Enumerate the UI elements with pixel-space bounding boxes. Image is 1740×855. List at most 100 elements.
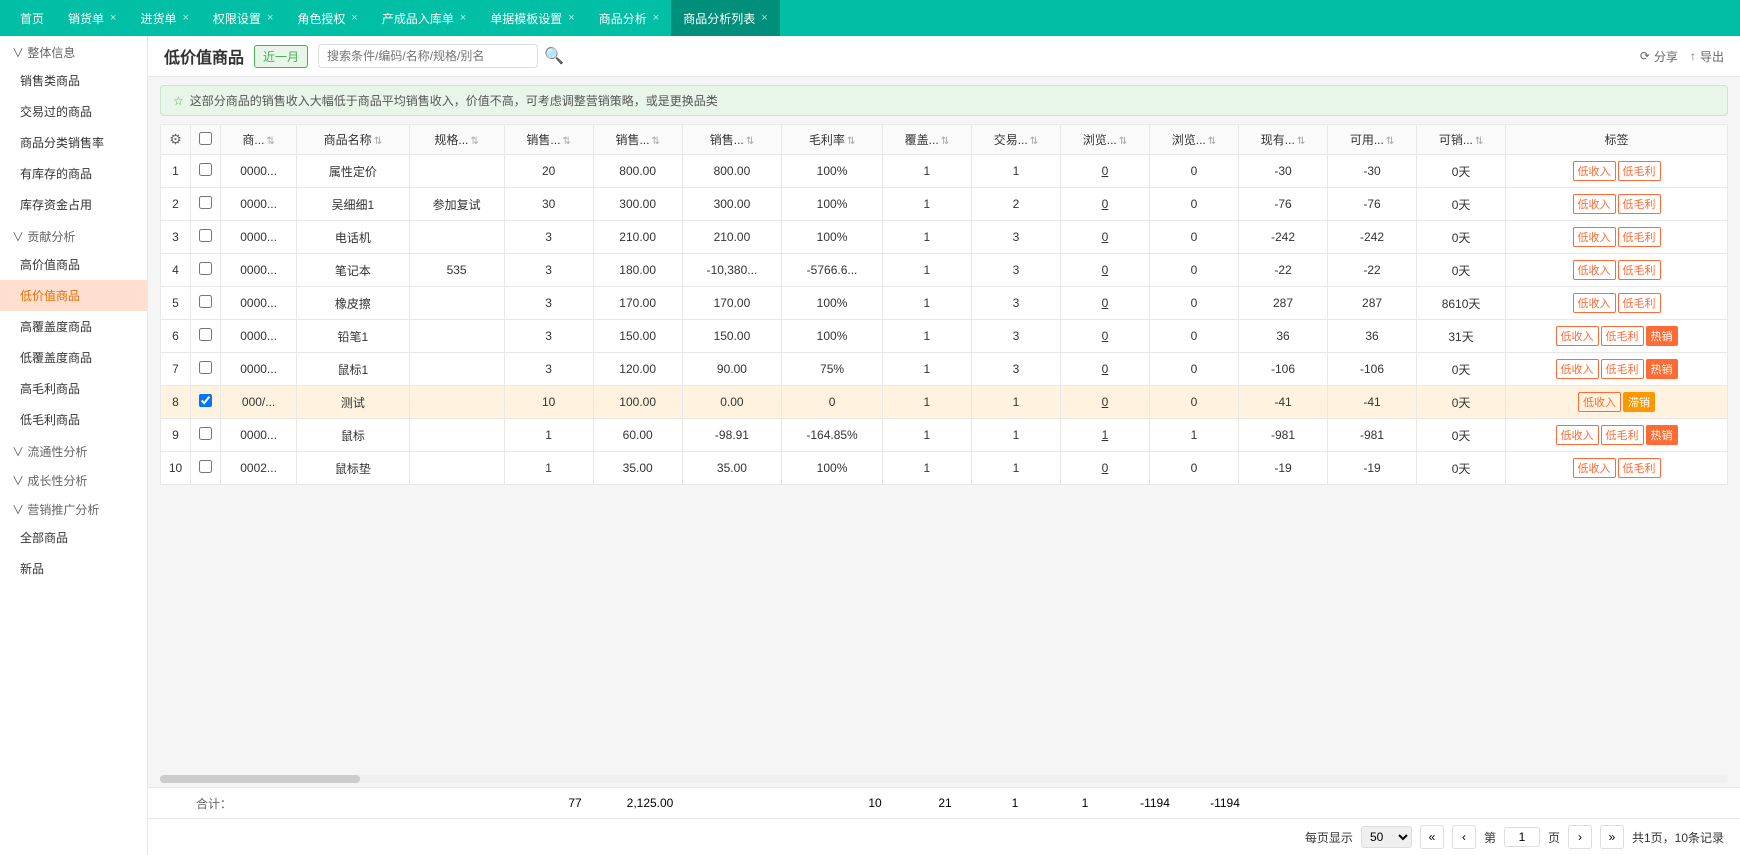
th-margin[interactable]: 毛利率⇅ [782,125,883,155]
th-tags[interactable]: 标签 [1506,125,1728,155]
th-stock[interactable]: 现有...⇅ [1238,125,1327,155]
row-browse1[interactable]: 0 [1060,188,1149,221]
close-icon[interactable]: × [182,12,188,24]
share-button[interactable]: ⟳ 分享 [1640,48,1678,65]
browse-link[interactable]: 1 [1102,428,1109,442]
browse-link[interactable]: 0 [1102,230,1109,244]
th-sales-qty[interactable]: 销售...⇅ [504,125,593,155]
nav-role-auth[interactable]: 角色授权 × [285,0,369,36]
table-row[interactable]: 9 0000... 鼠标 1 60.00 -98.91 -164.85% 1 1… [161,419,1728,452]
sidebar-item-stock-capital[interactable]: 库存资金占用 [0,189,147,220]
browse-link[interactable]: 0 [1102,263,1109,277]
first-page-button[interactable]: « [1420,825,1444,849]
row-select[interactable] [191,155,221,188]
th-name[interactable]: 商品名称⇅ [297,125,409,155]
close-icon[interactable]: × [653,12,659,24]
close-icon[interactable]: × [460,12,466,24]
close-icon[interactable]: × [351,12,357,24]
row-browse1[interactable]: 0 [1060,287,1149,320]
close-icon[interactable]: × [110,12,116,24]
browse-link[interactable]: 0 [1102,296,1109,310]
sidebar-group-overall[interactable]: ∨ 整体信息 [0,36,147,65]
th-browse2[interactable]: 浏览...⇅ [1149,125,1238,155]
browse-link[interactable]: 0 [1102,362,1109,376]
nav-sales-order[interactable]: 销货单 × [56,0,128,36]
sidebar-item-low-coverage[interactable]: 低覆盖度商品 [0,342,147,373]
row-browse1[interactable]: 0 [1060,221,1149,254]
row-browse1[interactable]: 0 [1060,452,1149,485]
sidebar-item-high-value[interactable]: 高价值商品 [0,249,147,280]
row-select[interactable] [191,287,221,320]
row-browse1[interactable]: 0 [1060,386,1149,419]
close-icon[interactable]: × [267,12,273,24]
th-spec[interactable]: 规格...⇅ [409,125,504,155]
sidebar-group-contribution[interactable]: ∨ 贡献分析 [0,220,147,249]
next-page-button[interactable]: › [1568,825,1592,849]
close-icon[interactable]: × [568,12,574,24]
sidebar-group-flow[interactable]: ∨ 流通性分析 [0,435,147,464]
row-checkbox[interactable] [199,196,212,209]
table-row[interactable]: 3 0000... 电话机 3 210.00 210.00 100% 1 3 0… [161,221,1728,254]
row-select[interactable] [191,452,221,485]
browse-link[interactable]: 0 [1102,164,1109,178]
sidebar-item-all-products[interactable]: 全部商品 [0,522,147,553]
search-input[interactable] [318,44,538,68]
search-icon[interactable]: 🔍 [544,46,564,66]
row-select[interactable] [191,221,221,254]
nav-template-settings[interactable]: 单据模板设置 × [478,0,586,36]
nav-product-analysis[interactable]: 商品分析 × [587,0,671,36]
th-settings[interactable]: ⚙ [161,125,191,155]
close-icon[interactable]: × [761,12,767,24]
sidebar-item-traded-products[interactable]: 交易过的商品 [0,96,147,127]
row-checkbox[interactable] [199,394,212,407]
page-number-input[interactable] [1504,827,1540,847]
sidebar-item-category-rate[interactable]: 商品分类销售率 [0,127,147,158]
row-checkbox[interactable] [199,361,212,374]
row-checkbox[interactable] [199,229,212,242]
browse-link[interactable]: 0 [1102,197,1109,211]
prev-page-button[interactable]: ‹ [1452,825,1476,849]
page-size-select[interactable]: 50 100 200 [1361,826,1412,848]
sidebar-group-marketing[interactable]: ∨ 营销推广分析 [0,493,147,522]
th-available[interactable]: 可用...⇅ [1328,125,1417,155]
table-row[interactable]: 5 0000... 橡皮擦 3 170.00 170.00 100% 1 3 0… [161,287,1728,320]
table-row[interactable]: 8 000/... 测试 10 100.00 0.00 0 1 1 0 0 -4… [161,386,1728,419]
settings-icon[interactable]: ⚙ [169,131,182,147]
select-all-checkbox[interactable] [199,132,212,145]
last-page-button[interactable]: » [1600,825,1624,849]
nav-purchase-order[interactable]: 进货单 × [128,0,200,36]
row-select[interactable] [191,254,221,287]
browse-link[interactable]: 0 [1102,461,1109,475]
table-row[interactable]: 10 0002... 鼠标垫 1 35.00 35.00 100% 1 1 0 … [161,452,1728,485]
horizontal-scrollbar[interactable] [160,775,1728,783]
nav-product-analysis-list[interactable]: 商品分析列表 × [671,0,779,36]
sidebar-item-high-coverage[interactable]: 高覆盖度商品 [0,311,147,342]
sidebar-item-low-margin[interactable]: 低毛利商品 [0,404,147,435]
row-checkbox[interactable] [199,262,212,275]
table-row[interactable]: 4 0000... 笔记本 535 3 180.00 -10,380... -5… [161,254,1728,287]
nav-product-inbound[interactable]: 产成品入库单 × [370,0,478,36]
table-row[interactable]: 2 0000... 吴细细1 参加复试 30 300.00 300.00 100… [161,188,1728,221]
scrollbar-thumb[interactable] [160,775,360,783]
row-select[interactable] [191,419,221,452]
th-checkbox[interactable] [191,125,221,155]
table-row[interactable]: 1 0000... 属性定价 20 800.00 800.00 100% 1 1… [161,155,1728,188]
sidebar-item-low-value[interactable]: 低价值商品 [0,280,147,311]
nav-home[interactable]: 首页 [8,0,56,36]
th-sales-amt[interactable]: 销售...⇅ [593,125,682,155]
table-wrapper[interactable]: ⚙ 商...⇅ 商品名称⇅ 规格...⇅ 销售...⇅ 销售...⇅ 销售...… [148,116,1740,775]
sidebar-group-growth[interactable]: ∨ 成长性分析 [0,464,147,493]
row-checkbox[interactable] [199,427,212,440]
row-select[interactable] [191,353,221,386]
row-select[interactable] [191,188,221,221]
row-checkbox[interactable] [199,460,212,473]
period-tag-button[interactable]: 近一月 [254,45,308,68]
sidebar-item-sales-products[interactable]: 销售类商品 [0,65,147,96]
table-row[interactable]: 7 0000... 鼠标1 3 120.00 90.00 75% 1 3 0 0… [161,353,1728,386]
row-browse1[interactable]: 0 [1060,254,1149,287]
th-days[interactable]: 可销...⇅ [1417,125,1506,155]
row-browse1[interactable]: 0 [1060,320,1149,353]
th-code[interactable]: 商...⇅ [221,125,297,155]
row-checkbox[interactable] [199,328,212,341]
row-browse1[interactable]: 0 [1060,155,1149,188]
